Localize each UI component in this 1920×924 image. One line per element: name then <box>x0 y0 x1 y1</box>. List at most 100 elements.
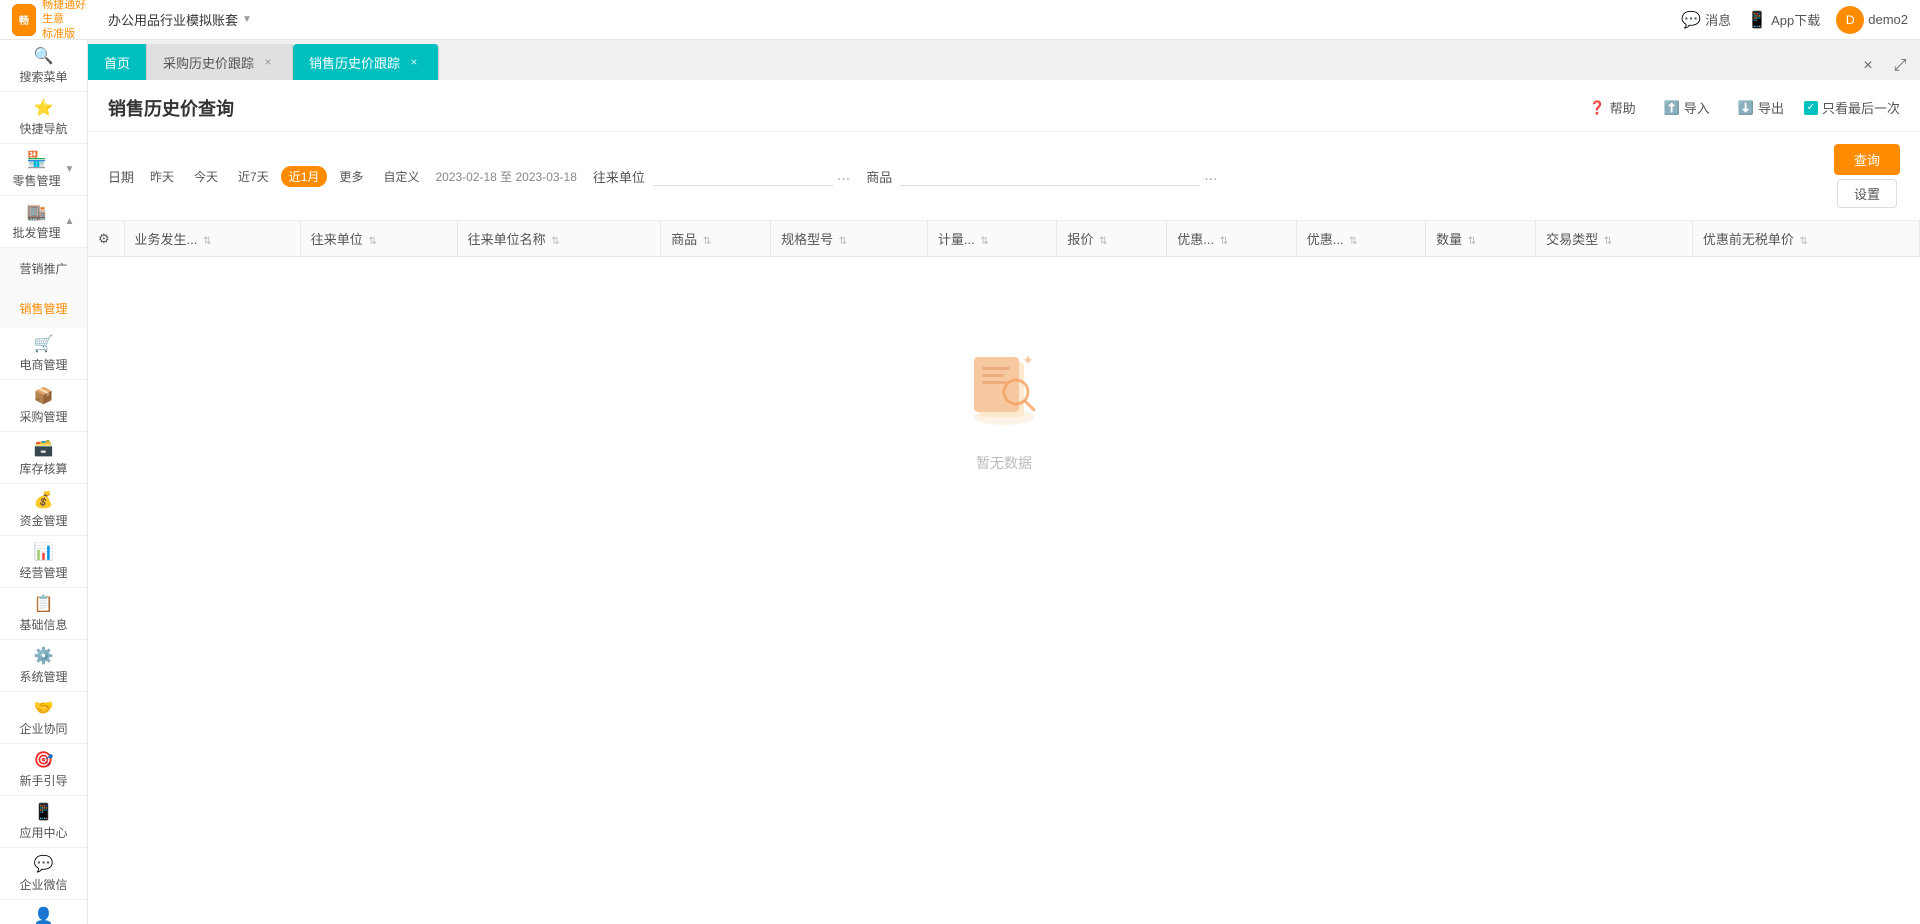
sidebar-item-sales-mgmt[interactable]: 销售管理 <box>0 288 87 328</box>
maximize-action[interactable]: ⤢ <box>1888 54 1912 78</box>
date-btn-today[interactable]: 今天 <box>186 166 226 187</box>
sidebar-item-basic[interactable]: 📋 基础信息 <box>0 588 87 640</box>
sidebar-item-apps[interactable]: 📱 应用中心 <box>0 796 87 848</box>
col-partner-name[interactable]: 往来单位名称 ⇅ <box>457 221 661 257</box>
user-menu[interactable]: D demo2 <box>1836 6 1908 34</box>
settings-button[interactable]: 设置 <box>1837 179 1897 208</box>
app-download-button[interactable]: 📱 App下载 <box>1747 10 1820 30</box>
sidebar-item-label: 库存核算 <box>19 460 67 477</box>
checkbox-icon: ✓ <box>1804 101 1818 115</box>
sidebar-item-label: 资金管理 <box>19 512 67 529</box>
col-trade-type[interactable]: 交易类型 ⇅ <box>1536 221 1693 257</box>
username: demo2 <box>1868 12 1908 27</box>
system-icon: ⚙️ <box>34 646 54 666</box>
sidebar-item-finance[interactable]: 💰 资金管理 <box>0 484 87 536</box>
sidebar-item-label: 电商管理 <box>19 356 67 373</box>
sidebar-item-operations[interactable]: 📊 经营管理 <box>0 536 87 588</box>
partner-input-area: ... <box>653 166 850 186</box>
top-header: 畅 畅捷通好生意标准版 办公用品行业模拟账套 ▼ 💬 消息 📱 App下载 D … <box>0 0 1920 40</box>
sidebar-item-label: 销售管理 <box>19 300 67 317</box>
retail-icon: 🏪 <box>27 150 47 170</box>
main-layout: 🔍 搜索菜单 ⭐ 快捷导航 🏪 零售管理 ▼ 🏬 批发管理 ▲ 营销推广 销售管… <box>0 40 1920 924</box>
close-tab-action[interactable]: × <box>1856 54 1880 78</box>
export-button[interactable]: ⬇️ 导出 <box>1730 94 1792 121</box>
wholesale-icon: 🏬 <box>27 202 47 222</box>
sidebar-item-member[interactable]: 👤 畅会员 <box>0 900 87 924</box>
sidebar-item-ecommerce[interactable]: 🛒 电商管理 <box>0 328 87 380</box>
enterprise-icon: 🤝 <box>34 698 54 718</box>
col-label: 交易类型 <box>1546 232 1598 247</box>
tab-sales[interactable]: 销售历史价跟踪 × <box>293 44 439 80</box>
settings-icon[interactable]: ⚙ <box>98 231 110 246</box>
svg-text:畅: 畅 <box>19 14 29 27</box>
col-label: 计量... <box>938 232 975 247</box>
goods-input-area: ... <box>900 166 1217 186</box>
date-btn-more[interactable]: 更多 <box>331 166 371 187</box>
tab-close-sales[interactable]: × <box>406 54 422 70</box>
content-area: 首页 采购历史价跟踪 × 销售历史价跟踪 × × ⤢ 销售历史价查询 <box>88 40 1920 924</box>
sidebar-item-inventory[interactable]: 🗃️ 库存核算 <box>0 432 87 484</box>
export-icon: ⬇️ <box>1738 100 1754 116</box>
sort-icon: ⇅ <box>1220 236 1228 247</box>
goods-input[interactable] <box>900 166 1200 186</box>
date-filter-group: 日期 昨天 今天 近7天 近1月 更多 自定义 2023-02-18 至 202… <box>108 166 577 187</box>
col-partner-code[interactable]: 往来单位 ⇅ <box>300 221 457 257</box>
header-right: 💬 消息 📱 App下载 D demo2 <box>1681 6 1908 34</box>
goods-select-icon[interactable]: ... <box>1204 167 1217 185</box>
apps-icon: 📱 <box>34 802 54 822</box>
date-btn-7days[interactable]: 近7天 <box>230 166 277 187</box>
col-quantity[interactable]: 数量 ⇅ <box>1426 221 1536 257</box>
star-icon: ⭐ <box>34 98 54 118</box>
col-label: 业务发生... <box>135 232 198 247</box>
col-discount2[interactable]: 优惠... ⇅ <box>1296 221 1425 257</box>
last-only-checkbox[interactable]: ✓ 只看最后一次 <box>1804 98 1900 117</box>
sidebar-item-wechat[interactable]: 💬 企业微信 <box>0 848 87 900</box>
query-button[interactable]: 查询 <box>1834 144 1900 175</box>
tab-home[interactable]: 首页 <box>88 44 147 80</box>
partner-select-icon[interactable]: ... <box>837 167 850 185</box>
sidebar-item-marketing[interactable]: 营销推广 <box>0 248 87 288</box>
col-label: 优惠... <box>1177 232 1214 247</box>
tab-close-purchase[interactable]: × <box>260 54 276 70</box>
col-unit[interactable]: 计量... ⇅ <box>927 221 1056 257</box>
sidebar-item-quick-nav[interactable]: ⭐ 快捷导航 <box>0 92 87 144</box>
col-label: 往来单位名称 <box>468 232 546 247</box>
date-btn-yesterday[interactable]: 昨天 <box>142 166 182 187</box>
sidebar-item-wholesale[interactable]: 🏬 批发管理 ▲ <box>0 196 87 248</box>
sidebar-item-search[interactable]: 🔍 搜索菜单 <box>0 40 87 92</box>
sort-icon: ⇅ <box>1468 236 1476 247</box>
col-label: 往来单位 <box>311 232 363 247</box>
date-label: 日期 <box>108 167 134 186</box>
date-btn-custom[interactable]: 自定义 <box>375 166 427 187</box>
col-quote[interactable]: 报价 ⇅ <box>1057 221 1167 257</box>
sidebar-item-retail[interactable]: 🏪 零售管理 ▼ <box>0 144 87 196</box>
col-business-date[interactable]: 业务发生... ⇅ <box>124 221 300 257</box>
tab-label: 销售历史价跟踪 <box>309 53 400 72</box>
sidebar-item-label: 零售管理 <box>13 172 61 189</box>
sidebar-item-label: 系统管理 <box>19 668 67 685</box>
sort-icon: ⇅ <box>368 236 376 247</box>
col-discount1[interactable]: 优惠... ⇅ <box>1167 221 1296 257</box>
empty-state: ✦ 暂无数据 <box>88 257 1920 553</box>
date-range-display: 2023-02-18 至 2023-03-18 <box>435 168 576 185</box>
help-button[interactable]: ❓ 帮助 <box>1581 94 1643 121</box>
logo-icon: 畅 <box>12 4 36 36</box>
chat-label: 消息 <box>1705 10 1731 29</box>
partner-input[interactable] <box>653 166 833 186</box>
tab-purchase[interactable]: 采购历史价跟踪 × <box>147 44 293 80</box>
col-spec[interactable]: 规格型号 ⇅ <box>771 221 928 257</box>
chat-button[interactable]: 💬 消息 <box>1681 10 1731 30</box>
sidebar-item-purchase[interactable]: 📦 采购管理 <box>0 380 87 432</box>
sidebar-item-label: 企业微信 <box>19 876 67 893</box>
date-btn-1month[interactable]: 近1月 <box>281 166 328 187</box>
col-tax-price[interactable]: 优惠前无税单价 ⇅ <box>1692 221 1919 257</box>
col-goods[interactable]: 商品 ⇅ <box>661 221 771 257</box>
sidebar-item-guide[interactable]: 🎯 新手引导 <box>0 744 87 796</box>
sidebar-item-enterprise[interactable]: 🤝 企业协同 <box>0 692 87 744</box>
workspace-selector[interactable]: 办公用品行业模拟账套 ▼ <box>100 6 260 33</box>
tab-label: 采购历史价跟踪 <box>163 53 254 72</box>
filter-bar: 日期 昨天 今天 近7天 近1月 更多 自定义 2023-02-18 至 202… <box>88 132 1920 221</box>
basic-icon: 📋 <box>34 594 54 614</box>
sidebar-item-system[interactable]: ⚙️ 系统管理 <box>0 640 87 692</box>
import-button[interactable]: ⬆️ 导入 <box>1656 94 1718 121</box>
